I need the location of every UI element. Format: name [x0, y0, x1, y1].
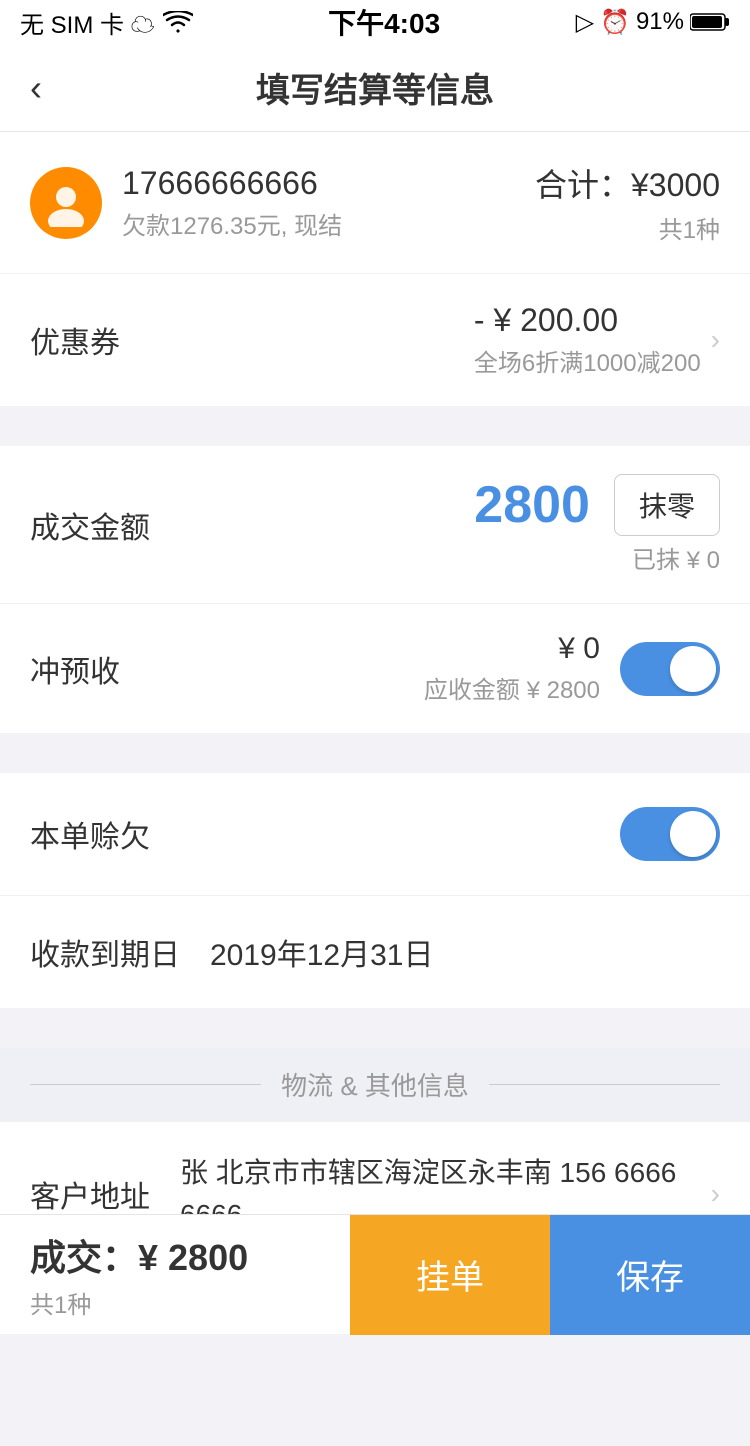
debt-toggle[interactable]: [620, 807, 720, 861]
deal-section: 成交金额 2800 抹零 已抹 ¥ 0 冲预收 ¥ 0 应收金额 ¥ 2800: [0, 446, 750, 733]
status-right: ▷ ⏰ 91%: [576, 8, 730, 37]
customer-row: 17666666666 欠款1276.35元, 现结 合计：¥3000 共1种: [0, 132, 750, 273]
customer-section: 17666666666 欠款1276.35元, 现结 合计：¥3000 共1种 …: [0, 132, 750, 406]
prepay-right: ¥ 0 应收金额 ¥ 2800: [424, 632, 720, 705]
due-date-label: 收款到期日: [30, 930, 180, 974]
logistics-divider: 物流 & 其他信息: [0, 1048, 750, 1121]
status-time: 下午4:03: [328, 2, 440, 42]
separator-2: [0, 753, 750, 773]
avatar-icon: [42, 179, 90, 227]
coupon-info: - ¥ 200.00 全场6折满1000减200: [474, 302, 701, 378]
location-icon: ▷: [576, 8, 594, 37]
deal-amount-right: 2800 抹零 已抹 ¥ 0: [474, 474, 720, 575]
separator-3: [0, 1028, 750, 1048]
nav-bar: ‹ 填写结算等信息: [0, 44, 750, 132]
bottom-deal-label: 成交：: [30, 1237, 138, 1278]
status-bar: 无 SIM 卡 ☁ 下午4:03 ▷ ⏰ 91%: [0, 0, 750, 44]
battery-text: 91%: [636, 8, 684, 36]
debt-label: 本单赊欠: [30, 812, 150, 856]
status-left: 无 SIM 卡 ☁: [20, 5, 193, 40]
hold-button[interactable]: 挂单: [350, 1215, 550, 1335]
customer-sub-text: 欠款1276.35元, 现结: [122, 206, 342, 241]
prepay-row: 冲预收 ¥ 0 应收金额 ¥ 2800: [0, 603, 750, 733]
bottom-bar: 成交：¥ 2800 共1种 挂单 保存: [0, 1214, 750, 1334]
bottom-count: 共1种: [30, 1285, 320, 1320]
customer-phone: 17666666666: [122, 165, 342, 202]
debt-row: 本单赊欠: [0, 773, 750, 895]
chevron-right-icon: ›: [711, 324, 720, 356]
toggle-knob: [670, 646, 716, 692]
save-button[interactable]: 保存: [550, 1215, 750, 1335]
total-sub: 共1种: [535, 210, 720, 245]
deal-amount-sub: 已抹 ¥ 0: [474, 540, 720, 575]
coupon-right: - ¥ 200.00 全场6折满1000减200 ›: [474, 302, 720, 378]
bottom-deal-amount: 成交：¥ 2800: [30, 1229, 320, 1281]
due-date-value: 2019年12月31日: [210, 930, 433, 974]
customer-left: 17666666666 欠款1276.35元, 现结: [30, 165, 342, 241]
debt-section: 本单赊欠 收款到期日 2019年12月31日: [0, 773, 750, 1008]
sim-label: 无 SIM 卡 ☁: [20, 5, 155, 40]
divider-line-left: [30, 1084, 261, 1085]
customer-info: 17666666666 欠款1276.35元, 现结: [122, 165, 342, 241]
battery-icon: [690, 12, 730, 32]
wifi-icon: [163, 11, 193, 33]
prepay-amount: ¥ 0: [424, 632, 600, 666]
alarm-icon: ⏰: [600, 8, 630, 37]
deal-amount-row: 成交金额 2800 抹零 已抹 ¥ 0: [0, 446, 750, 603]
round-off-button[interactable]: 抹零: [614, 474, 720, 536]
prepay-toggle[interactable]: [620, 642, 720, 696]
deal-amount-label: 成交金额: [30, 503, 150, 547]
coupon-discount: - ¥ 200.00: [474, 302, 701, 339]
avatar: [30, 167, 102, 239]
bottom-summary: 成交：¥ 2800 共1种: [0, 1229, 350, 1320]
prepay-info: ¥ 0 应收金额 ¥ 2800: [424, 632, 600, 705]
due-date-row: 收款到期日 2019年12月31日: [0, 895, 750, 1008]
logistics-divider-text: 物流 & 其他信息: [281, 1066, 469, 1103]
divider-line-right: [489, 1084, 720, 1085]
address-chevron-icon: ›: [711, 1178, 720, 1210]
total-amount: 合计：¥3000: [535, 160, 720, 206]
customer-right: 合计：¥3000 共1种: [535, 160, 720, 245]
back-button[interactable]: ‹: [30, 67, 42, 109]
bottom-deal-value: ¥ 2800: [138, 1237, 248, 1278]
coupon-desc: 全场6折满1000减200: [474, 343, 701, 378]
prepay-sub: 应收金额 ¥ 2800: [424, 670, 600, 705]
address-label: 客户地址: [30, 1172, 150, 1216]
coupon-label: 优惠券: [30, 318, 120, 362]
coupon-row[interactable]: 优惠券 - ¥ 200.00 全场6折满1000减200 ›: [0, 273, 750, 406]
separator-1: [0, 426, 750, 446]
debt-toggle-knob: [670, 811, 716, 857]
page-title: 填写结算等信息: [256, 63, 494, 112]
prepay-label: 冲预收: [30, 647, 120, 691]
deal-amount-value: 2800: [474, 479, 590, 531]
